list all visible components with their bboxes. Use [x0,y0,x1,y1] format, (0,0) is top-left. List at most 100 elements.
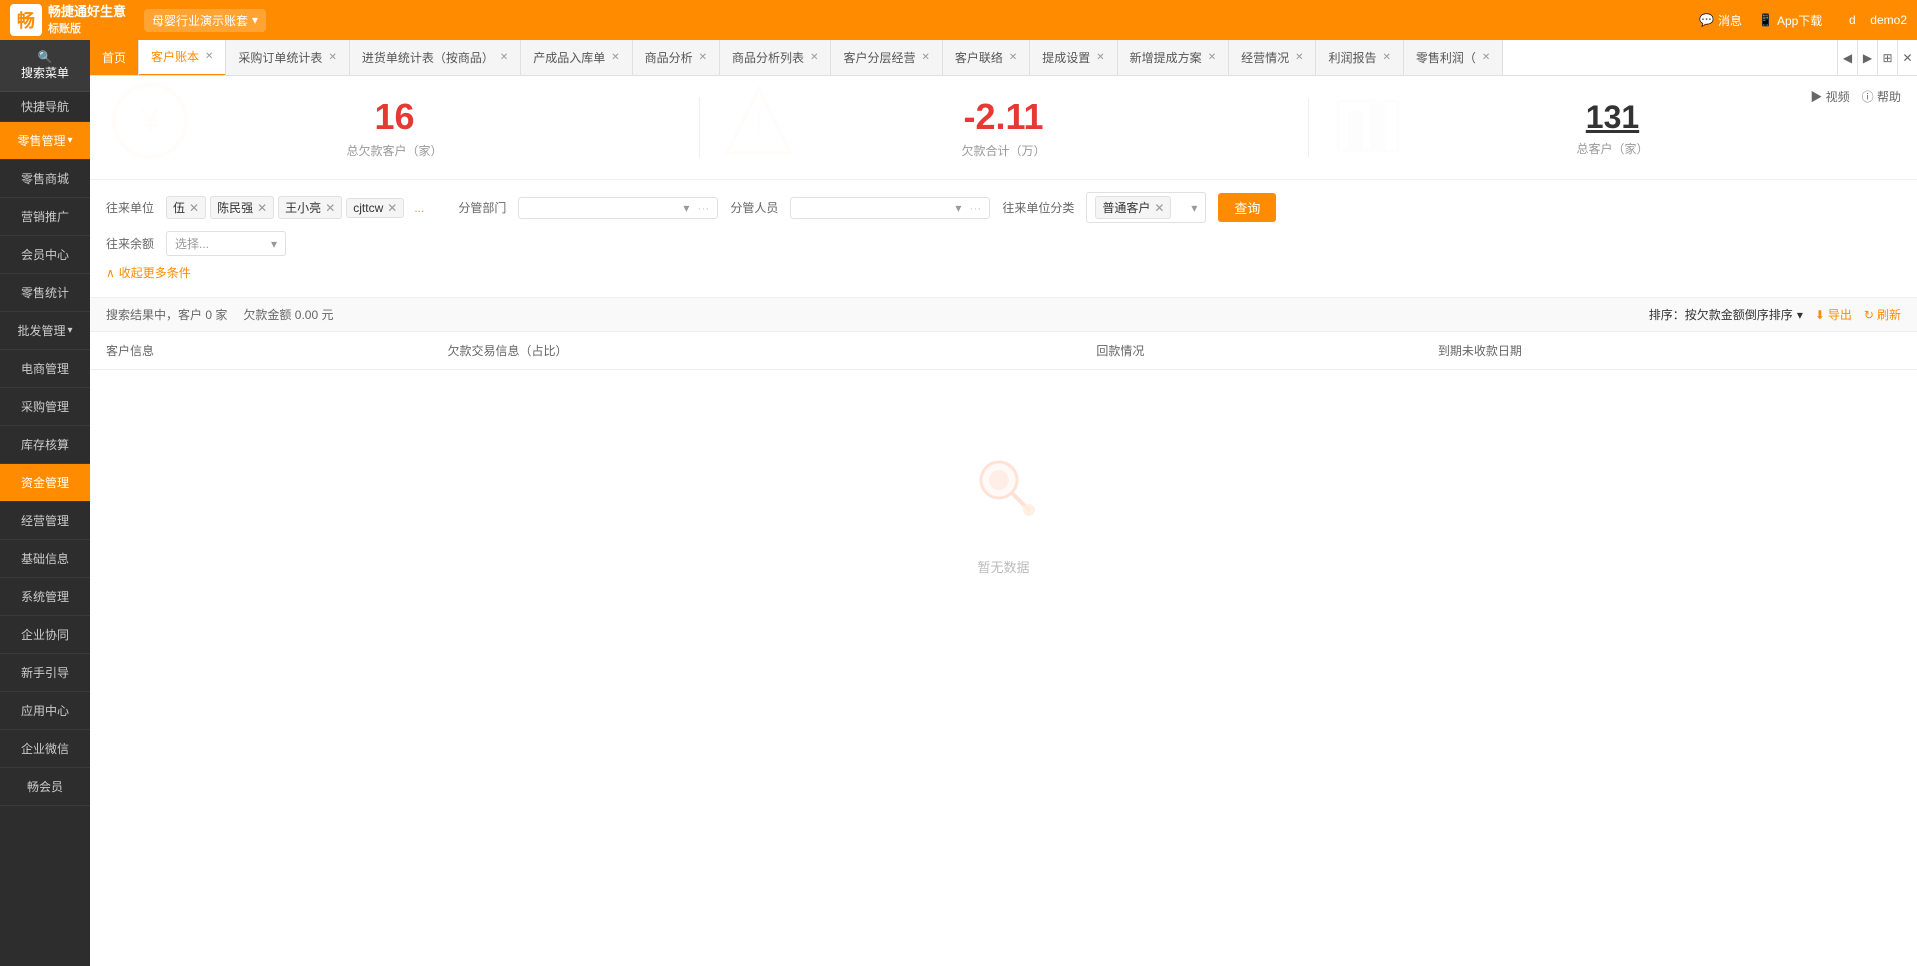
sidebar-item-enterprise-coop[interactable]: 企业协同 [0,616,90,654]
sidebar-item-retail-stats[interactable]: 零售统计 [0,274,90,312]
tab-purchase-order[interactable]: 采购订单统计表 ✕ [226,40,349,76]
tab-operation[interactable]: 经营情况 ✕ [1229,40,1316,76]
sidebar-item-finance[interactable]: 资金管理 [0,464,90,502]
sort-select[interactable]: 排序：按欠款金额倒序排序 ▾ [1649,306,1803,323]
empty-icon [964,450,1044,545]
tab-profit-report-close[interactable]: ✕ [1383,52,1391,63]
tab-new-promotion[interactable]: 新增提成方案 ✕ [1118,40,1229,76]
filter-tag-cjttcw-remove[interactable]: ✕ [387,201,397,215]
tab-product-stock-label: 产成品入库单 [533,49,605,66]
tab-product-stock[interactable]: 产成品入库单 ✕ [521,40,632,76]
refresh-button[interactable]: ↻ 刷新 [1864,306,1901,323]
message-button[interactable]: 💬 消息 [1699,12,1742,29]
sort-label: 排序：按欠款金额倒序排序 [1649,306,1793,323]
stat-total-customers-label: 总客户（家） [1576,140,1648,157]
tab-profit-report[interactable]: 利润报告 ✕ [1316,40,1403,76]
sidebar-item-operation-mgmt[interactable]: 经营管理 [0,502,90,540]
person-extra-icon: ··· [969,201,981,215]
sidebar-quick-nav[interactable]: 快捷导航 [0,92,90,122]
tab-customer-contact[interactable]: 客户联络 ✕ [943,40,1030,76]
content-area: 首页 客户账本 ✕ 采购订单统计表 ✕ 进货单统计表（按商品） ✕ 产成品入库单… [90,40,1917,966]
sidebar-item-wholesale[interactable]: 批发管理 ▾ [0,312,90,350]
tab-purchase-order-close[interactable]: ✕ [328,52,336,63]
tab-customer-segment-close[interactable]: ✕ [921,52,929,63]
tab-product-analysis-close[interactable]: ✕ [699,52,707,63]
tab-stock-in[interactable]: 进货单统计表（按商品） ✕ [350,40,521,76]
filter-tag-chen-remove[interactable]: ✕ [257,201,267,215]
sidebar-item-member[interactable]: 会员中心 [0,236,90,274]
sidebar-item-basic-info[interactable]: 基础信息 [0,540,90,578]
sidebar-item-app-center-label: 应用中心 [21,704,69,718]
sidebar-search-label: 搜索菜单 [8,64,82,81]
filter-tag-wu-remove[interactable]: ✕ [189,201,199,215]
tab-close-all-button[interactable]: ✕ [1897,40,1917,76]
filter-tag-wang-remove[interactable]: ✕ [325,201,335,215]
tab-customer-contact-close[interactable]: ✕ [1009,52,1017,63]
sidebar-item-enterprise-wechat[interactable]: 企业微信 [0,730,90,768]
filter-tag-more[interactable]: ... [408,199,430,217]
unit-class-remove[interactable]: ✕ [1154,201,1164,215]
amount-select[interactable]: 选择... ▾ [166,231,286,256]
sidebar-item-marketing[interactable]: 营销推广 [0,198,90,236]
stat-total-debit-customers-label: 总欠款客户（家） [346,142,442,159]
tab-accounts-close[interactable]: ✕ [205,51,213,62]
tab-expand-button[interactable]: ⊞ [1877,40,1897,76]
video-button[interactable]: ▶ 视频 [1810,88,1849,105]
tab-next-button[interactable]: ▶ [1857,40,1877,76]
sidebar-item-retail-shop[interactable]: 零售商城 [0,160,90,198]
sidebar-item-inventory-label: 库存核算 [21,438,69,452]
sidebar-item-basic-info-label: 基础信息 [21,552,69,566]
tab-retail-profit[interactable]: 零售利润（ ✕ [1404,40,1503,76]
sidebar-item-retail-stats-label: 零售统计 [21,286,69,300]
tab-product-stock-close[interactable]: ✕ [611,52,619,63]
tab-customer-segment[interactable]: 客户分层经营 ✕ [831,40,942,76]
export-button[interactable]: ⬇ 导出 [1815,306,1852,323]
sidebar-item-vip[interactable]: 畅会员 [0,768,90,806]
dept-select[interactable]: ▾ ··· [518,197,718,219]
tab-new-promotion-close[interactable]: ✕ [1208,52,1216,63]
sidebar-item-ecommerce[interactable]: 电商管理 [0,350,90,388]
sidebar-search[interactable]: 🔍 搜索菜单 [0,40,90,92]
tab-promotion-settings-close[interactable]: ✕ [1096,52,1104,63]
tab-prev-button[interactable]: ◀ [1837,40,1857,76]
tab-promotion-settings[interactable]: 提成设置 ✕ [1030,40,1117,76]
stat-bg-icon-2: ! [719,81,799,175]
filter-collapse-label: 收起更多条件 [119,264,191,281]
tab-stock-in-close[interactable]: ✕ [500,52,508,63]
help-button[interactable]: ⓘ 帮助 [1862,88,1901,105]
tab-purchase-order-label: 采购订单统计表 [238,49,322,66]
query-button[interactable]: 查询 [1218,193,1276,222]
sidebar-item-system[interactable]: 系统管理 [0,578,90,616]
amount-filter-label: 往来余额 [106,235,154,252]
workspace-selector[interactable]: 母婴行业演示账套 ▾ [144,9,266,32]
filter-collapse-toggle[interactable]: ∧ 收起更多条件 [106,264,1901,281]
col-payment-status: 回款情况 [1080,332,1422,370]
sidebar-item-app-center[interactable]: 应用中心 [0,692,90,730]
top-bar-left: 畅 畅捷通好生意 标账版 母婴行业演示账套 ▾ [10,4,266,36]
sidebar-item-inventory[interactable]: 库存核算 [0,426,90,464]
app-download-button[interactable]: 📱 App下载 [1758,12,1822,29]
user-menu[interactable]: d demo2 [1838,6,1907,34]
logo-text-block: 畅捷通好生意 标账版 [48,4,126,36]
sidebar-item-new-guide[interactable]: 新手引导 [0,654,90,692]
tab-home[interactable]: 首页 [90,40,139,76]
tab-accounts[interactable]: 客户账本 ✕ [139,40,226,76]
table-header: 客户信息 欠款交易信息（占比） 回款情况 到期未收款日期 [90,332,1917,370]
filter-tag-cjttcw: cjttcw ✕ [346,198,404,218]
tab-product-analysis[interactable]: 商品分析 ✕ [633,40,720,76]
unit-class-select[interactable]: 普通客户 ✕ ▾ [1086,192,1206,223]
tab-product-analysis-list-close[interactable]: ✕ [810,52,818,63]
tab-retail-profit-close[interactable]: ✕ [1482,52,1490,63]
tab-customer-segment-label: 客户分层经营 [843,49,915,66]
amount-arrow-icon: ▾ [271,237,277,251]
sidebar-item-retail[interactable]: 零售管理 ▾ [0,122,90,160]
message-icon: 💬 [1699,13,1714,27]
logo-name: 畅捷通好生意 [48,4,126,20]
tab-operation-close[interactable]: ✕ [1295,52,1303,63]
tab-retail-profit-label: 零售利润（ [1416,49,1476,66]
workspace-label: 母婴行业演示账套 [152,12,248,29]
tab-product-analysis-list[interactable]: 商品分析列表 ✕ [720,40,831,76]
person-select[interactable]: ▾ ··· [790,197,990,219]
sidebar-item-purchase[interactable]: 采购管理 [0,388,90,426]
stat-bg-icon-3 [1328,81,1408,175]
